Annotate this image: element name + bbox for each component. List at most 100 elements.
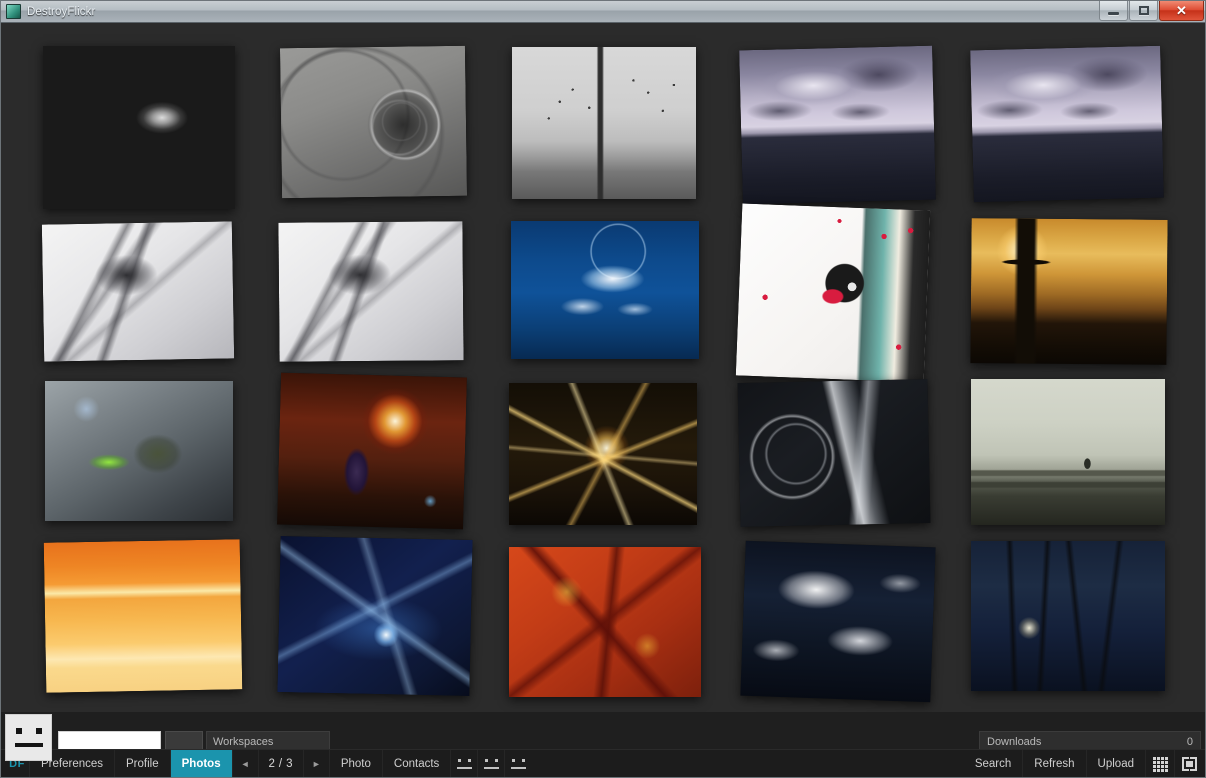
- fullscreen-icon: [1182, 757, 1197, 771]
- photo-image-bird-on-wire: [971, 379, 1165, 525]
- photo-image-orange-horizon: [44, 539, 243, 692]
- face-button-3[interactable]: [504, 750, 531, 778]
- bottom-panel: Workspaces Downloads 0 DF Preferences Pr…: [1, 712, 1205, 777]
- avatar-face-icon: [14, 724, 44, 752]
- photo-thumbnail[interactable]: [509, 383, 697, 525]
- grid-view-button[interactable]: [1145, 750, 1174, 778]
- photo-thumbnail[interactable]: [738, 379, 931, 527]
- photo-image-blue-cloud-tree: [511, 221, 699, 359]
- photo-thumbnail[interactable]: [44, 539, 243, 692]
- photo-thumbnail[interactable]: [277, 373, 467, 530]
- downloads-count: 0: [1187, 736, 1193, 748]
- photo-frame: [970, 46, 1164, 203]
- application-window: DestroyFlickr ✕: [0, 0, 1206, 778]
- workspaces-label: Workspaces: [213, 736, 273, 748]
- contacts-button[interactable]: Contacts: [382, 750, 450, 778]
- avatar-mouth: [15, 743, 43, 747]
- photo-thumbnail[interactable]: [509, 547, 701, 697]
- maximize-button[interactable]: [1129, 1, 1158, 21]
- photo-frame: [512, 47, 696, 199]
- photo-thumbnail[interactable]: [43, 46, 235, 209]
- downloads-label: Downloads: [987, 736, 1041, 748]
- fullscreen-button[interactable]: [1174, 750, 1203, 778]
- photo-frame: [43, 46, 235, 209]
- photo-image-charcoal-figure-a: [42, 221, 234, 361]
- photo-image-seascape-clouds-b: [970, 46, 1164, 203]
- face-button-1[interactable]: [450, 750, 477, 778]
- photo-thumbnail[interactable]: [512, 47, 696, 199]
- photo-image-explosion-battle: [277, 373, 467, 530]
- grid-icon: [1153, 757, 1168, 772]
- photo-frame: [739, 46, 936, 205]
- photo-frame: [509, 383, 697, 525]
- close-icon: ✕: [1176, 4, 1187, 17]
- photo-image-abstract-wires: [280, 46, 467, 199]
- profile-button[interactable]: Profile: [114, 750, 170, 778]
- maximize-icon: [1139, 6, 1149, 15]
- photo-thumbnail[interactable]: [45, 381, 233, 521]
- face-button-2[interactable]: [477, 750, 504, 778]
- refresh-button[interactable]: Refresh: [1022, 750, 1085, 778]
- face-icon-1: [457, 758, 472, 771]
- upload-button[interactable]: Upload: [1086, 750, 1145, 778]
- photo-image-storm-clouds: [740, 541, 935, 703]
- avatar-eye-right: [36, 728, 42, 734]
- photo-frame: [277, 536, 472, 696]
- face-icon-2: [484, 758, 499, 771]
- photo-thumbnail[interactable]: [740, 541, 935, 703]
- photo-frame: [278, 221, 463, 362]
- photo-image-water-droplets: [43, 46, 235, 209]
- photo-frame: [740, 541, 935, 703]
- window-controls: ✕: [1098, 1, 1204, 22]
- photo-thumbnail[interactable]: [739, 46, 936, 205]
- page-indicator: 2 / 3: [258, 750, 303, 778]
- photo-image-surfer-sunset: [970, 218, 1167, 365]
- photo-thumbnail[interactable]: [970, 46, 1164, 203]
- avatar-eye-left: [16, 728, 22, 734]
- search-button[interactable]: Search: [964, 750, 1022, 778]
- photos-tab[interactable]: Photos: [170, 750, 232, 778]
- title-bar: DestroyFlickr ✕: [1, 1, 1205, 23]
- minimize-button[interactable]: [1099, 1, 1128, 21]
- photo-image-seascape-clouds-a: [739, 46, 936, 205]
- photo-image-night-trees-moon: [971, 541, 1165, 691]
- close-button[interactable]: ✕: [1159, 1, 1204, 21]
- photo-image-orange-fractal: [509, 547, 701, 697]
- photo-frame: [44, 539, 243, 692]
- toolbar-left-group: DF Preferences Profile Photos ◄ 2 / 3 ► …: [1, 750, 531, 778]
- next-page-button[interactable]: ►: [303, 750, 329, 778]
- photo-thumbnail[interactable]: [970, 218, 1167, 365]
- photo-frame: [277, 373, 467, 530]
- photo-frame: [971, 379, 1165, 525]
- photo-thumbnail[interactable]: [277, 536, 472, 696]
- photo-thumbnail[interactable]: [971, 379, 1165, 525]
- photo-frame: [45, 381, 233, 521]
- photo-thumbnail[interactable]: [42, 221, 234, 361]
- app-icon: [6, 4, 21, 19]
- photo-thumbnail[interactable]: [971, 541, 1165, 691]
- photo-image-starcraft-wallpaper: [45, 381, 233, 521]
- photo-thumbnail[interactable]: [278, 221, 463, 362]
- photo-image-anime-poster: [736, 203, 930, 382]
- photo-image-misty-pier-birds: [512, 47, 696, 199]
- window-title: DestroyFlickr: [27, 6, 95, 18]
- photo-thumbnail[interactable]: [511, 221, 699, 359]
- photo-thumbnail[interactable]: [736, 203, 930, 382]
- toolbar-right-group: Search Refresh Upload: [964, 750, 1203, 778]
- photo-frame: [511, 221, 699, 359]
- photo-grid[interactable]: [1, 23, 1205, 713]
- photo-button[interactable]: Photo: [329, 750, 382, 778]
- photo-frame: [42, 221, 234, 361]
- minimize-icon: [1108, 12, 1119, 15]
- photo-thumbnail[interactable]: [280, 46, 467, 199]
- status-bar: Workspaces Downloads 0: [1, 712, 1205, 749]
- photo-frame: [736, 203, 930, 382]
- prev-page-button[interactable]: ◄: [232, 750, 258, 778]
- face-icon-3: [511, 758, 526, 771]
- photo-frame: [971, 541, 1165, 691]
- main-toolbar: DF Preferences Profile Photos ◄ 2 / 3 ► …: [1, 749, 1205, 778]
- photo-frame: [280, 46, 467, 199]
- avatar[interactable]: [5, 714, 52, 761]
- photo-frame: [738, 379, 931, 527]
- photo-frame: [509, 547, 701, 697]
